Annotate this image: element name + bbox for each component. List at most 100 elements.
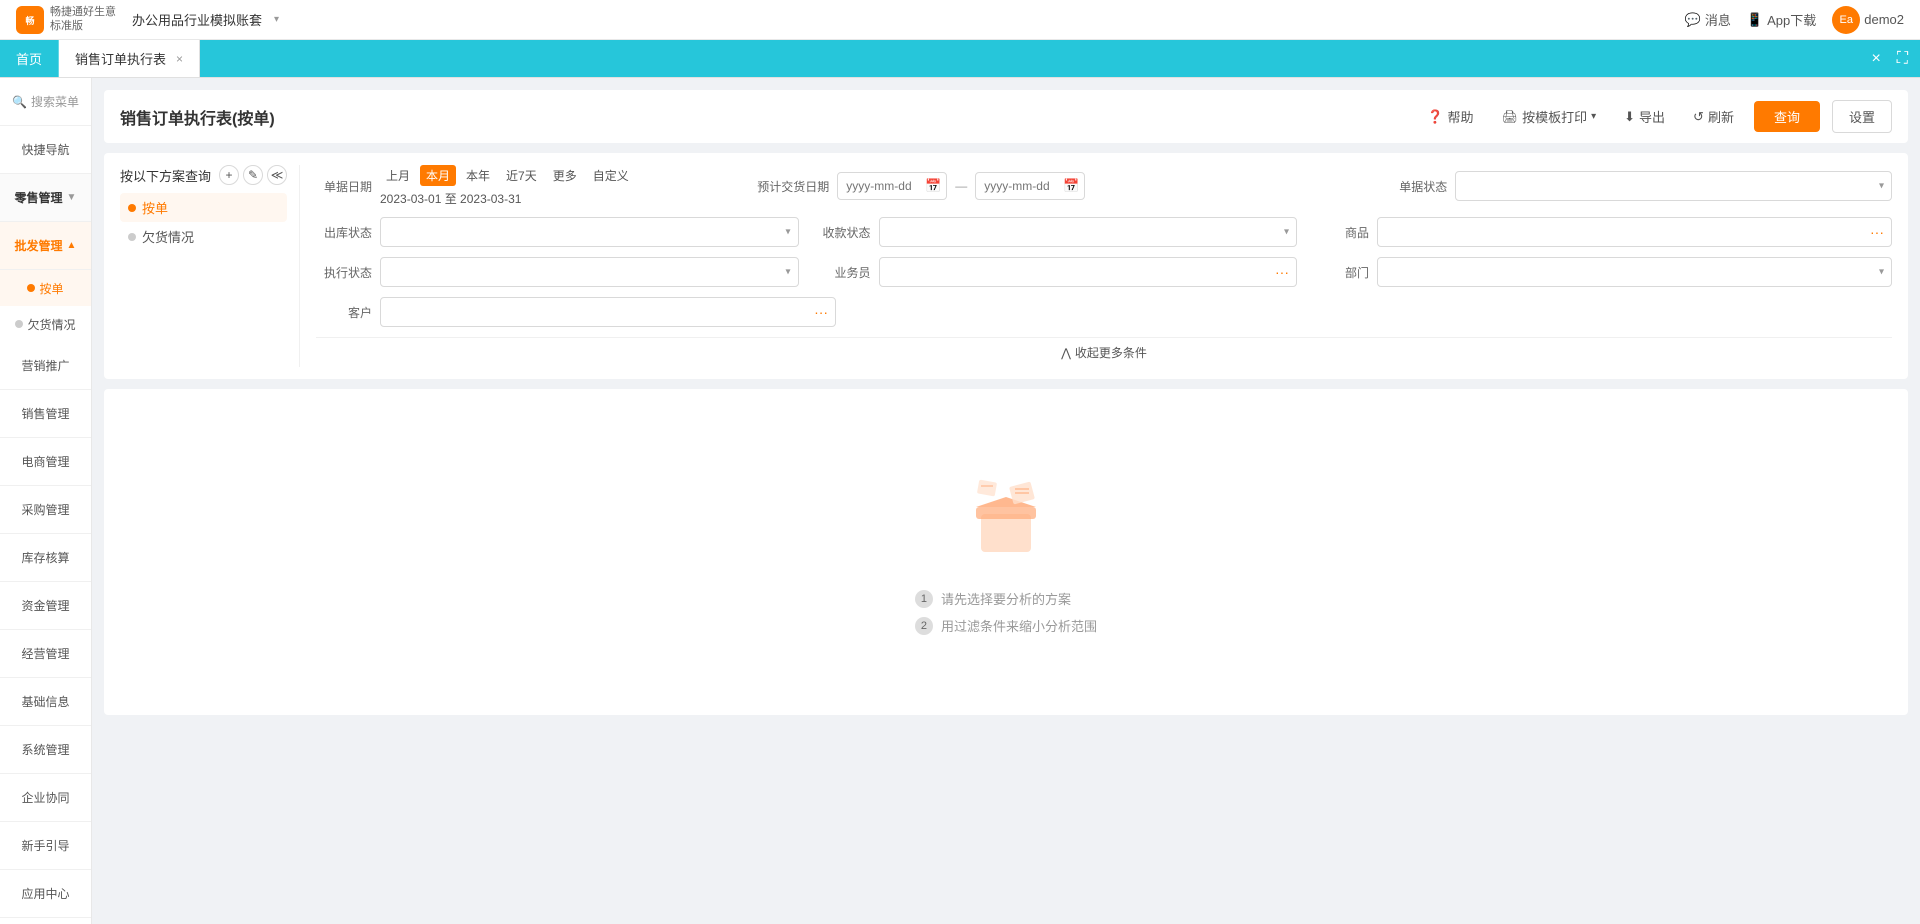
scheme-order-label: 按单 [142,198,168,217]
tab-bar: 首页 销售订单执行表 × × ⛶ [0,40,1920,78]
empty-tip-1: 1 请先选择要分析的方案 [915,589,1097,608]
help-button[interactable]: ❓ 帮助 [1419,103,1481,130]
filter-panel: 按以下方案查询 + ✎ ≪ 按单 [104,153,1908,379]
empty-tip-2: 2 用过滤条件来缩小分析范围 [915,616,1097,635]
message-button[interactable]: 💬 消息 [1685,10,1731,29]
sidebar-sub-owe[interactable]: 欠货情况 [0,306,91,342]
home-tab-label: 首页 [16,49,42,68]
salesperson-input[interactable] [879,257,1298,287]
logo-icon: 畅 [16,6,44,34]
sidebar-item-retail[interactable]: 零售管理 ▼ [0,174,91,222]
tab-sales-order[interactable]: 销售订单执行表 × [59,40,200,77]
app-dropdown-arrow[interactable]: ▾ [274,14,279,25]
status-label: 单据状态 [1391,178,1447,195]
expected-date-end-wrap: 📅 [975,172,1085,200]
date-tab-last-7[interactable]: 近7天 [500,165,543,186]
execution-status-select[interactable] [380,257,799,287]
execution-status-control: ▾ [380,257,799,287]
sidebar-purchase-label: 采购管理 [21,501,69,518]
sidebar-finance-label: 资金管理 [21,597,69,614]
sidebar-marketing-label: 营销推广 [21,357,69,374]
expected-date-start-wrap: 📅 [837,172,947,200]
date-tab-more[interactable]: 更多 [547,165,583,186]
sidebar-item-basic[interactable]: 基础信息 [0,678,91,726]
empty-tip-2-text: 用过滤条件来缩小分析范围 [941,616,1097,635]
sidebar-item-sales[interactable]: 销售管理 [0,390,91,438]
date-tab-custom[interactable]: 自定义 [587,165,635,186]
date-tab-this-year[interactable]: 本年 [460,165,496,186]
sidebar-basic-label: 基础信息 [21,693,69,710]
salesperson-more-icon[interactable]: ··· [1275,264,1289,280]
sidebar-quick-nav[interactable]: 快捷导航 [0,126,91,174]
scheme-add-btn[interactable]: + [219,165,239,185]
tab-close-icon[interactable]: × [176,52,183,66]
search-button[interactable]: 查询 [1754,101,1820,132]
product-more-icon[interactable]: ··· [1870,224,1884,240]
sidebar-item-system[interactable]: 系统管理 [0,726,91,774]
status-select[interactable] [1455,171,1892,201]
scheme-item-owe[interactable]: 欠货情况 [120,222,287,251]
sidebar-item-appstore[interactable]: 应用中心 [0,870,91,918]
page-header-actions: ❓ 帮助 🖨 按模板打印 ▾ ⬇ 导出 ↺ 刷新 [1419,100,1892,133]
sidebar-quick-nav-label: 快捷导航 [21,141,69,158]
sidebar-appstore-label: 应用中心 [21,885,69,902]
delivery-status-control: ▾ [380,217,799,247]
tab-maximize-btn[interactable]: ⛶ [1893,46,1912,72]
delivery-status-select[interactable] [380,217,799,247]
filter-group-department: 部门 ▾ [1313,257,1892,287]
svg-text:畅: 畅 [25,15,34,26]
date-range-display: 2023-03-01 至 2023-03-31 [380,190,521,207]
payment-status-label: 收款状态 [815,224,871,241]
content-area: 销售订单执行表(按单) ❓ 帮助 🖨 按模板打印 ▾ ⬇ 导出 [92,78,1920,924]
print-button[interactable]: 🖨 按模板打印 ▾ [1494,103,1605,130]
main-layout: 🔍 搜索菜单 快捷导航 零售管理 ▼ 批发管理 ▲ 按单 欠货情况 营销推广 销… [0,78,1920,924]
empty-icon [956,469,1056,569]
department-select[interactable] [1377,257,1892,287]
filter-row-3: 执行状态 ▾ 业务员 [316,257,1892,287]
customer-more-icon[interactable]: ··· [814,304,828,320]
sidebar-sub-order[interactable]: 按单 [0,270,91,306]
collapse-button[interactable]: ⋀ 收起更多条件 [316,337,1892,367]
date-tab-current-month[interactable]: 本月 [420,165,456,186]
sidebar-inventory-label: 库存核算 [21,549,69,566]
customer-input[interactable] [380,297,836,327]
sidebar-item-wholesale[interactable]: 批发管理 ▲ [0,222,91,270]
sidebar-item-purchase[interactable]: 采购管理 [0,486,91,534]
help-icon: ❓ [1427,109,1443,125]
refresh-button[interactable]: ↺ 刷新 [1685,103,1742,130]
filter-group-expected-date: 预计交货日期 📅 — 📅 [749,172,1375,200]
export-button[interactable]: ⬇ 导出 [1616,103,1673,130]
sidebar-search[interactable]: 🔍 搜索菜单 [0,78,91,126]
top-bar-right: 💬 消息 📱 App下载 Ea demo2 [1685,6,1904,34]
top-bar: 畅 畅捷通好生意 标准版 办公用品行业模拟账套 ▾ 💬 消息 📱 App下载 E… [0,0,1920,40]
scheme-collapse-btn[interactable]: ≪ [267,165,287,185]
settings-button[interactable]: 设置 [1832,100,1892,133]
date-tab-last-month[interactable]: 上月 [380,165,416,186]
sidebar-item-finance[interactable]: 资金管理 [0,582,91,630]
sidebar-item-inventory[interactable]: 库存核算 [0,534,91,582]
user-profile[interactable]: Ea demo2 [1832,6,1904,34]
sidebar-item-ecommerce[interactable]: 电商管理 [0,438,91,486]
refresh-icon: ↺ [1693,109,1704,125]
sidebar-item-wechat[interactable]: 企业微信 [0,918,91,924]
sidebar: 🔍 搜索菜单 快捷导航 零售管理 ▼ 批发管理 ▲ 按单 欠货情况 营销推广 销… [0,78,92,924]
scheme-edit-btn[interactable]: ✎ [243,165,263,185]
sidebar-item-marketing[interactable]: 营销推广 [0,342,91,390]
sidebar-item-operation[interactable]: 经营管理 [0,630,91,678]
collapse-label: 收起更多条件 [1075,344,1147,361]
filter-group-execution: 执行状态 ▾ [316,257,799,287]
customer-label: 客户 [316,304,372,321]
product-label: 商品 [1313,224,1369,241]
payment-status-select[interactable] [879,217,1298,247]
tip-num-2: 2 [915,617,933,635]
tab-minimize-btn[interactable]: × [1867,46,1884,72]
filter-row-2: 出库状态 ▾ 收款状态 [316,217,1892,247]
sidebar-item-enterprise[interactable]: 企业协同 [0,774,91,822]
scheme-item-order[interactable]: 按单 [120,193,287,222]
sidebar-item-newbie[interactable]: 新手引导 [0,822,91,870]
filter-main: 单据日期 上月 本月 本年 近7天 更多 自定义 [316,165,1892,367]
product-input[interactable] [1377,217,1892,247]
tab-home[interactable]: 首页 [0,40,59,77]
filter-group-date: 单据日期 上月 本月 本年 近7天 更多 自定义 [316,165,733,207]
app-download-button[interactable]: 📱 App下载 [1747,10,1816,29]
